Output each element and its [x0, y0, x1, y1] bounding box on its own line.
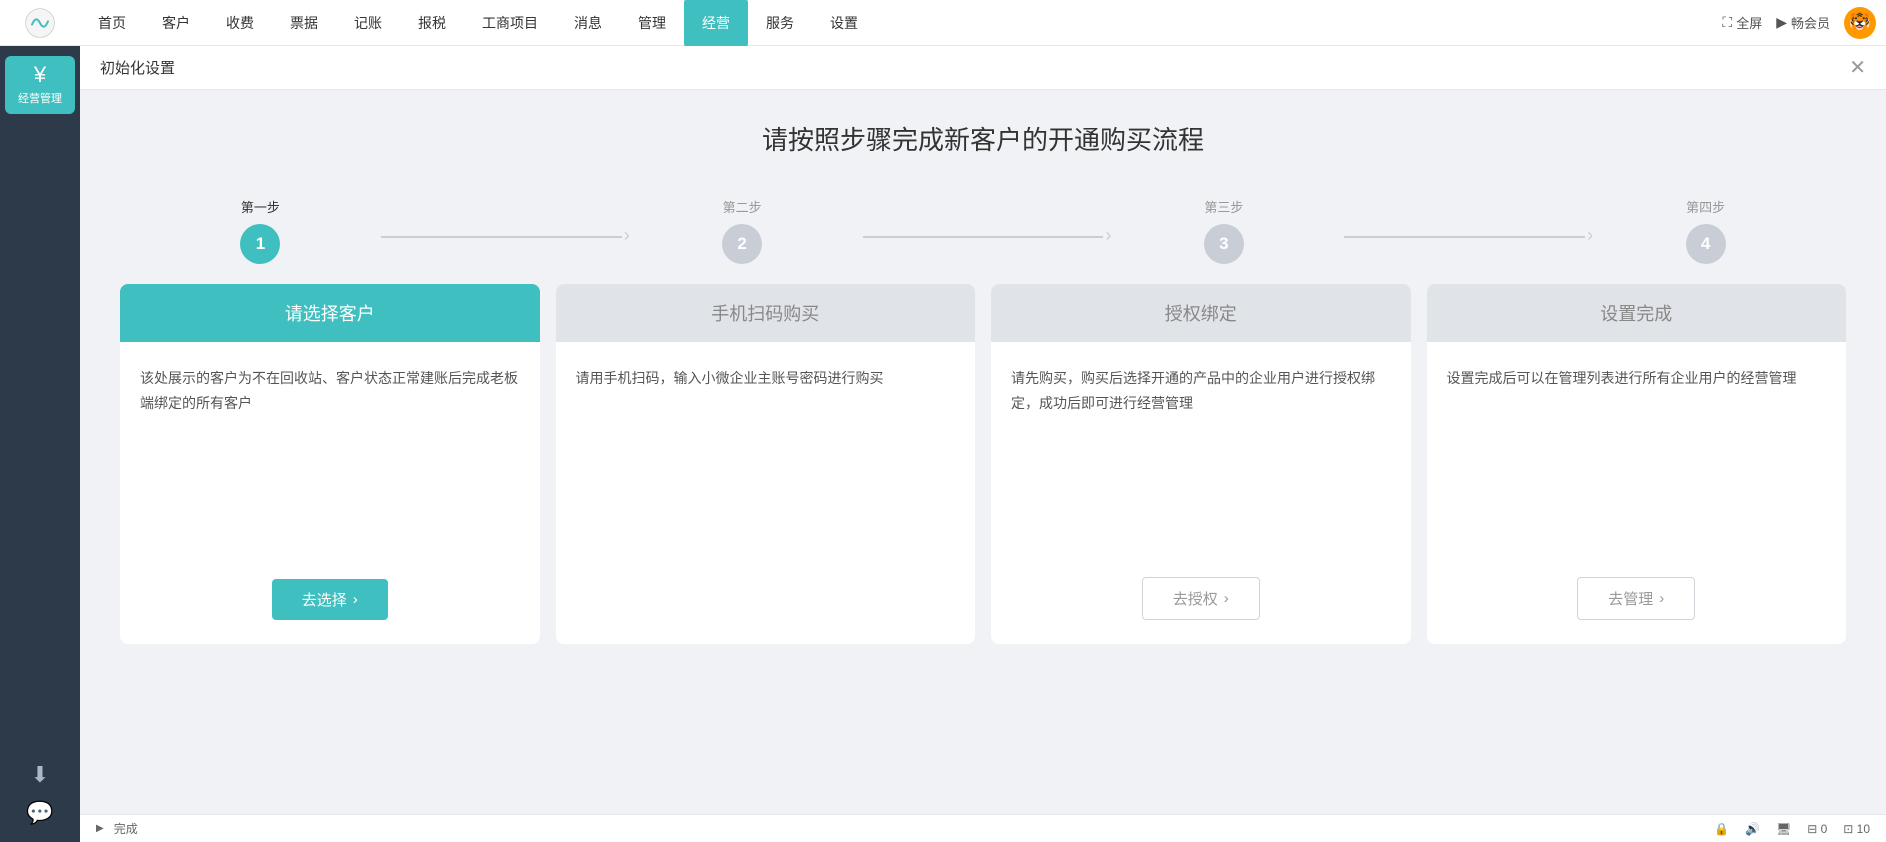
play-icon: ▶ [96, 823, 104, 834]
step-2-label: 第二步 [723, 197, 762, 216]
steps-top-row: 第一步 1 第二步 2 第三步 3 [120, 197, 1846, 264]
fullscreen-btn[interactable]: ⛶ 全屏 [1722, 13, 1762, 32]
nav-home[interactable]: 首页 [80, 0, 144, 46]
jingying-icon: ¥ [34, 64, 46, 86]
close-button[interactable]: ✕ [1849, 58, 1866, 78]
vip-btn[interactable]: ▶ 畅会员 [1776, 13, 1830, 32]
top-nav: 首页 客户 收费 票据 记账 报税 工商项目 消息 管理 经营 服务 设置 ⛶ … [0, 0, 1886, 46]
go-select-button[interactable]: 去选择 › [272, 579, 388, 620]
content-header: 初始化设置 ✕ [80, 46, 1886, 90]
vip-icon: ▶ [1776, 14, 1787, 31]
step-card-3: 授权绑定 请先购买，购买后选择开通的产品中的企业用户进行授权绑定，成功后即可进行… [991, 284, 1411, 644]
step-1-label: 第一步 [241, 197, 280, 216]
step-3-label: 第三步 [1204, 197, 1243, 216]
nav-operation[interactable]: 经营 [684, 0, 748, 46]
card-2-header: 手机扫码购买 [556, 284, 976, 342]
step-1-circle: 1 [240, 224, 280, 264]
content-area: 初始化设置 ✕ 请按照步骤完成新客户的开通购买流程 第一步 1 第二步 2 [80, 46, 1886, 842]
nav-logo [10, 0, 70, 46]
nav-business[interactable]: 工商项目 [464, 0, 556, 46]
main-content: 请按照步骤完成新客户的开通购买流程 第一步 1 第二步 2 [80, 90, 1886, 814]
page-title: 初始化设置 [100, 57, 175, 78]
step-arrow-3 [1344, 236, 1585, 238]
card-4-footer: 去管理 › [1427, 561, 1847, 644]
nav-right: ⛶ 全屏 ▶ 畅会员 🐯 [1722, 7, 1876, 39]
nav-service[interactable]: 服务 [748, 0, 812, 46]
card-4-body: 设置完成后可以在管理列表进行所有企业用户的经营管理 [1427, 342, 1847, 561]
volume-icon: 🔊 [1745, 822, 1760, 836]
step-2-indicator: 第二步 2 [622, 197, 863, 264]
card-2-body: 请用手机扫码，输入小微企业主账号密码进行购买 [556, 342, 976, 604]
step-4-indicator: 第四步 4 [1585, 197, 1826, 264]
sidebar-item-label: 经营管理 [18, 90, 62, 106]
chat-icon[interactable]: 💬 [26, 800, 53, 826]
step-1-indicator: 第一步 1 [140, 197, 381, 264]
nav-account[interactable]: 记账 [336, 0, 400, 46]
card-3-footer: 去授权 › [991, 561, 1411, 644]
card-1-body: 该处展示的客户为不在回收站、客户状态正常建账后完成老板端绑定的所有客户 [120, 342, 540, 563]
task-count: ⊡ 10 [1843, 822, 1870, 836]
main-layout: ¥ 经营管理 ⬇ 💬 初始化设置 ✕ 请按照步骤完成新客户的开通购买流程 第一步… [0, 46, 1886, 842]
card-3-body: 请先购买，购买后选择开通的产品中的企业用户进行授权绑定，成功后即可进行经营管理 [991, 342, 1411, 561]
sidebar-item-jingying[interactable]: ¥ 经营管理 [5, 56, 75, 114]
sidebar-bottom: ⬇ 💬 [26, 762, 53, 826]
go-authorize-button[interactable]: 去授权 › [1142, 577, 1260, 620]
status-bar-right: 🔒 🔊 🖥 ⊟ 0 ⊡ 10 [1714, 822, 1870, 836]
sidebar: ¥ 经营管理 ⬇ 💬 [0, 46, 80, 842]
screen-icon: 🖥 [1776, 822, 1791, 836]
status-text: 完成 [114, 820, 138, 837]
fullscreen-icon: ⛶ [1722, 14, 1732, 31]
go-select-arrow: › [353, 591, 358, 608]
nav-manage[interactable]: 管理 [620, 0, 684, 46]
nav-bill[interactable]: 票据 [272, 0, 336, 46]
go-manage-button[interactable]: 去管理 › [1577, 577, 1695, 620]
nav-items: 首页 客户 收费 票据 记账 报税 工商项目 消息 管理 经营 服务 设置 [80, 0, 1722, 46]
shield-icon: 🔒 [1714, 822, 1729, 836]
step-arrow-2 [863, 236, 1104, 238]
step-card-2: 手机扫码购买 请用手机扫码，输入小微企业主账号密码进行购买 [556, 284, 976, 644]
card-1-footer: 去选择 › [120, 563, 540, 644]
go-authorize-label: 去授权 [1173, 588, 1218, 609]
avatar[interactable]: 🐯 [1844, 7, 1876, 39]
nav-settings[interactable]: 设置 [812, 0, 876, 46]
go-manage-label: 去管理 [1608, 588, 1653, 609]
step-4-circle: 4 [1686, 224, 1726, 264]
nav-customer[interactable]: 客户 [144, 0, 208, 46]
step-2-circle: 2 [722, 224, 762, 264]
card-3-header: 授权绑定 [991, 284, 1411, 342]
status-bar: ▶ 完成 🔒 🔊 🖥 ⊟ 0 ⊡ 10 [80, 814, 1886, 842]
nav-fee[interactable]: 收费 [208, 0, 272, 46]
step-4-label: 第四步 [1686, 197, 1725, 216]
step-card-4: 设置完成 设置完成后可以在管理列表进行所有企业用户的经营管理 去管理 › [1427, 284, 1847, 644]
card-1-header: 请选择客户 [120, 284, 540, 342]
card-4-header: 设置完成 [1427, 284, 1847, 342]
download-icon[interactable]: ⬇ [31, 762, 49, 788]
notif-count: ⊟ 0 [1807, 822, 1827, 836]
card-2-footer [556, 604, 976, 644]
step-3-indicator: 第三步 3 [1103, 197, 1344, 264]
cards-row: 请选择客户 该处展示的客户为不在回收站、客户状态正常建账后完成老板端绑定的所有客… [120, 284, 1846, 644]
page-subtitle: 请按照步骤完成新客户的开通购买流程 [120, 120, 1846, 157]
step-3-circle: 3 [1204, 224, 1244, 264]
go-manage-arrow: › [1659, 590, 1664, 607]
go-authorize-arrow: › [1224, 590, 1229, 607]
nav-tax[interactable]: 报税 [400, 0, 464, 46]
step-arrow-1 [381, 236, 622, 238]
go-select-label: 去选择 [302, 589, 347, 610]
nav-message[interactable]: 消息 [556, 0, 620, 46]
step-card-1: 请选择客户 该处展示的客户为不在回收站、客户状态正常建账后完成老板端绑定的所有客… [120, 284, 540, 644]
